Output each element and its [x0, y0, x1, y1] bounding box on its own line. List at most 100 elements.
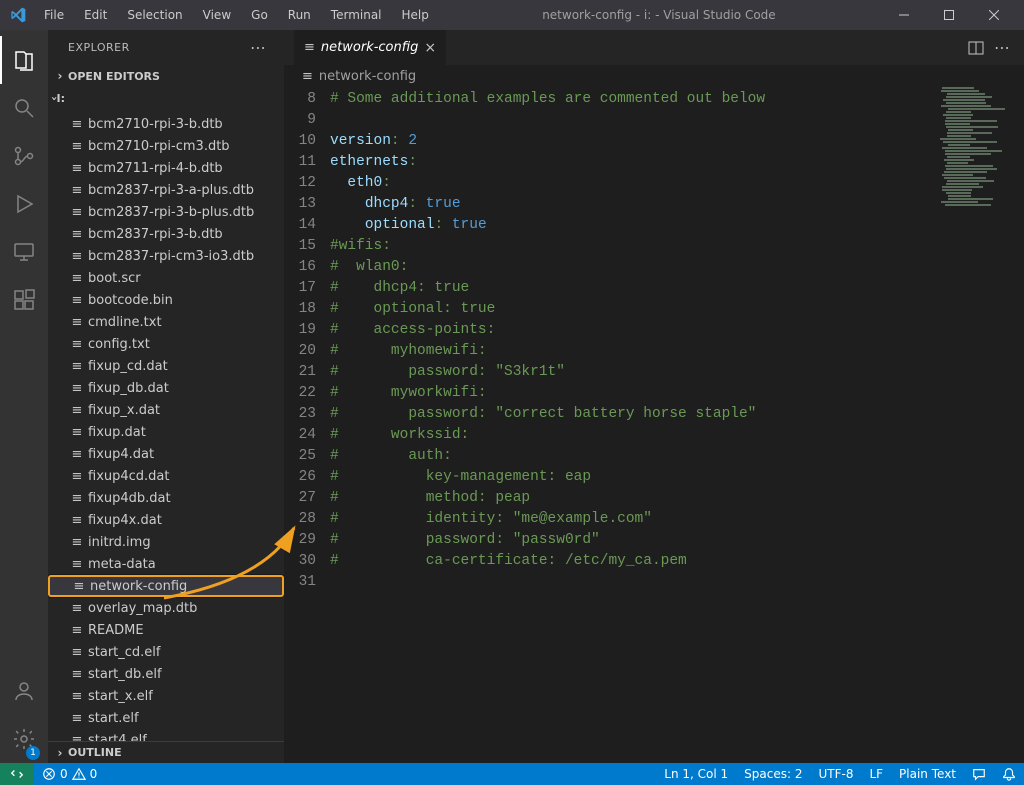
menu-run[interactable]: Run — [280, 4, 319, 26]
menu-go[interactable]: Go — [243, 4, 276, 26]
tab-bar: ≡ network-config × ⋯ — [284, 30, 1024, 65]
menu-selection[interactable]: Selection — [119, 4, 190, 26]
file-item[interactable]: ≡meta-data — [48, 553, 284, 575]
encoding-indicator[interactable]: UTF-8 — [810, 763, 861, 785]
file-label: fixup_cd.dat — [88, 359, 168, 374]
file-label: fixup.dat — [88, 425, 146, 440]
file-item[interactable]: ≡overlay_map.dtb — [48, 597, 284, 619]
settings-badge: 1 — [26, 746, 40, 760]
extensions-activity-icon[interactable] — [0, 276, 48, 324]
file-icon: ≡ — [66, 359, 88, 374]
problems-indicator[interactable]: 0 0 — [34, 763, 105, 785]
breadcrumb-item[interactable]: network-config — [319, 69, 416, 84]
file-item[interactable]: ≡bcm2710-rpi-3-b.dtb — [48, 113, 284, 135]
file-label: bootcode.bin — [88, 293, 173, 308]
file-item[interactable]: ≡fixup4x.dat — [48, 509, 284, 531]
accounts-activity-icon[interactable] — [0, 667, 48, 715]
vscode-logo-icon — [8, 5, 28, 25]
remote-explorer-activity-icon[interactable] — [0, 228, 48, 276]
file-item[interactable]: ≡cmdline.txt — [48, 311, 284, 333]
code-editor[interactable]: 8910111213141516171819202122232425262728… — [284, 87, 1024, 763]
menu-terminal[interactable]: Terminal — [323, 4, 390, 26]
file-icon: ≡ — [66, 205, 88, 220]
file-item[interactable]: ≡fixup_db.dat — [48, 377, 284, 399]
explorer-activity-icon[interactable] — [0, 36, 48, 84]
file-icon: ≡ — [66, 381, 88, 396]
minimize-button[interactable] — [881, 0, 926, 30]
file-icon: ≡ — [66, 117, 88, 132]
file-item[interactable]: ≡bcm2837-rpi-cm3-io3.dtb — [48, 245, 284, 267]
language-mode[interactable]: Plain Text — [891, 763, 964, 785]
file-item[interactable]: ≡start_cd.elf — [48, 641, 284, 663]
eol-indicator[interactable]: LF — [861, 763, 891, 785]
file-label: overlay_map.dtb — [88, 601, 197, 616]
file-icon: ≡ — [66, 161, 88, 176]
file-icon: ≡ — [66, 227, 88, 242]
file-item[interactable]: ≡bcm2837-rpi-3-b.dtb — [48, 223, 284, 245]
open-editors-section[interactable]: › OPEN EDITORS — [48, 65, 284, 87]
file-icon: ≡ — [66, 447, 88, 462]
file-item[interactable]: ≡bcm2837-rpi-3-b-plus.dtb — [48, 201, 284, 223]
file-item[interactable]: ≡bcm2710-rpi-cm3.dtb — [48, 135, 284, 157]
file-item[interactable]: ≡boot.scr — [48, 267, 284, 289]
chevron-right-icon: › — [52, 746, 68, 760]
maximize-button[interactable] — [926, 0, 971, 30]
workspace-section[interactable]: › I: — [48, 87, 284, 109]
breadcrumbs[interactable]: ≡ network-config — [284, 65, 1024, 87]
file-label: start_cd.elf — [88, 645, 161, 660]
file-item[interactable]: ≡initrd.img — [48, 531, 284, 553]
file-item[interactable]: ≡start.elf — [48, 707, 284, 729]
file-icon: ≡ — [66, 249, 88, 264]
file-item[interactable]: ≡fixup4db.dat — [48, 487, 284, 509]
file-tree[interactable]: ≡bcm2710-rpi-3-b-plus.dtb≡bcm2710-rpi-3-… — [48, 109, 284, 741]
menu-view[interactable]: View — [195, 4, 239, 26]
file-label: fixup4.dat — [88, 447, 154, 462]
file-label: fixup4db.dat — [88, 491, 171, 506]
file-item[interactable]: ≡start4.elf — [48, 729, 284, 741]
outline-section[interactable]: › OUTLINE — [48, 741, 284, 763]
file-icon: ≡ — [66, 557, 88, 572]
indentation-indicator[interactable]: Spaces: 2 — [736, 763, 810, 785]
file-item[interactable]: ≡network-config — [48, 575, 284, 597]
file-icon: ≡ — [66, 733, 88, 742]
file-label: initrd.img — [88, 535, 151, 550]
file-item[interactable]: ≡fixup4.dat — [48, 443, 284, 465]
file-icon: ≡ — [66, 711, 88, 726]
file-label: bcm2837-rpi-cm3-io3.dtb — [88, 249, 254, 264]
notifications-icon[interactable] — [994, 763, 1024, 785]
feedback-icon[interactable] — [964, 763, 994, 785]
run-debug-activity-icon[interactable] — [0, 180, 48, 228]
file-item[interactable]: ≡fixup.dat — [48, 421, 284, 443]
file-icon: ≡ — [66, 109, 88, 110]
file-icon: ≡ — [68, 579, 90, 594]
file-item[interactable]: ≡fixup4cd.dat — [48, 465, 284, 487]
file-item[interactable]: ≡README — [48, 619, 284, 641]
code-content[interactable]: # Some additional examples are commented… — [330, 87, 1024, 763]
tab-close-icon[interactable]: × — [424, 40, 436, 56]
file-item[interactable]: ≡bcm2711-rpi-4-b.dtb — [48, 157, 284, 179]
file-item[interactable]: ≡bootcode.bin — [48, 289, 284, 311]
search-activity-icon[interactable] — [0, 84, 48, 132]
file-item[interactable]: ≡start_db.elf — [48, 663, 284, 685]
file-item[interactable]: ≡fixup_x.dat — [48, 399, 284, 421]
file-item[interactable]: ≡bcm2837-rpi-3-a-plus.dtb — [48, 179, 284, 201]
file-label: fixup4x.dat — [88, 513, 162, 528]
file-item[interactable]: ≡fixup_cd.dat — [48, 355, 284, 377]
cursor-position[interactable]: Ln 1, Col 1 — [656, 763, 736, 785]
remote-indicator[interactable] — [0, 763, 34, 785]
file-label: cmdline.txt — [88, 315, 162, 330]
file-item[interactable]: ≡config.txt — [48, 333, 284, 355]
settings-activity-icon[interactable]: 1 — [0, 715, 48, 763]
tab-network-config[interactable]: ≡ network-config × — [294, 30, 447, 65]
sidebar-more-icon[interactable]: ⋯ — [250, 38, 266, 57]
menu-file[interactable]: File — [36, 4, 72, 26]
split-editor-icon[interactable] — [968, 40, 984, 56]
source-control-activity-icon[interactable] — [0, 132, 48, 180]
close-button[interactable] — [971, 0, 1016, 30]
menu-edit[interactable]: Edit — [76, 4, 115, 26]
editor-more-icon[interactable]: ⋯ — [994, 38, 1010, 57]
file-item[interactable]: ≡start_x.elf — [48, 685, 284, 707]
menu-help[interactable]: Help — [394, 4, 437, 26]
chevron-right-icon: › — [52, 69, 68, 83]
sidebar-title: EXPLORER — [68, 41, 130, 54]
